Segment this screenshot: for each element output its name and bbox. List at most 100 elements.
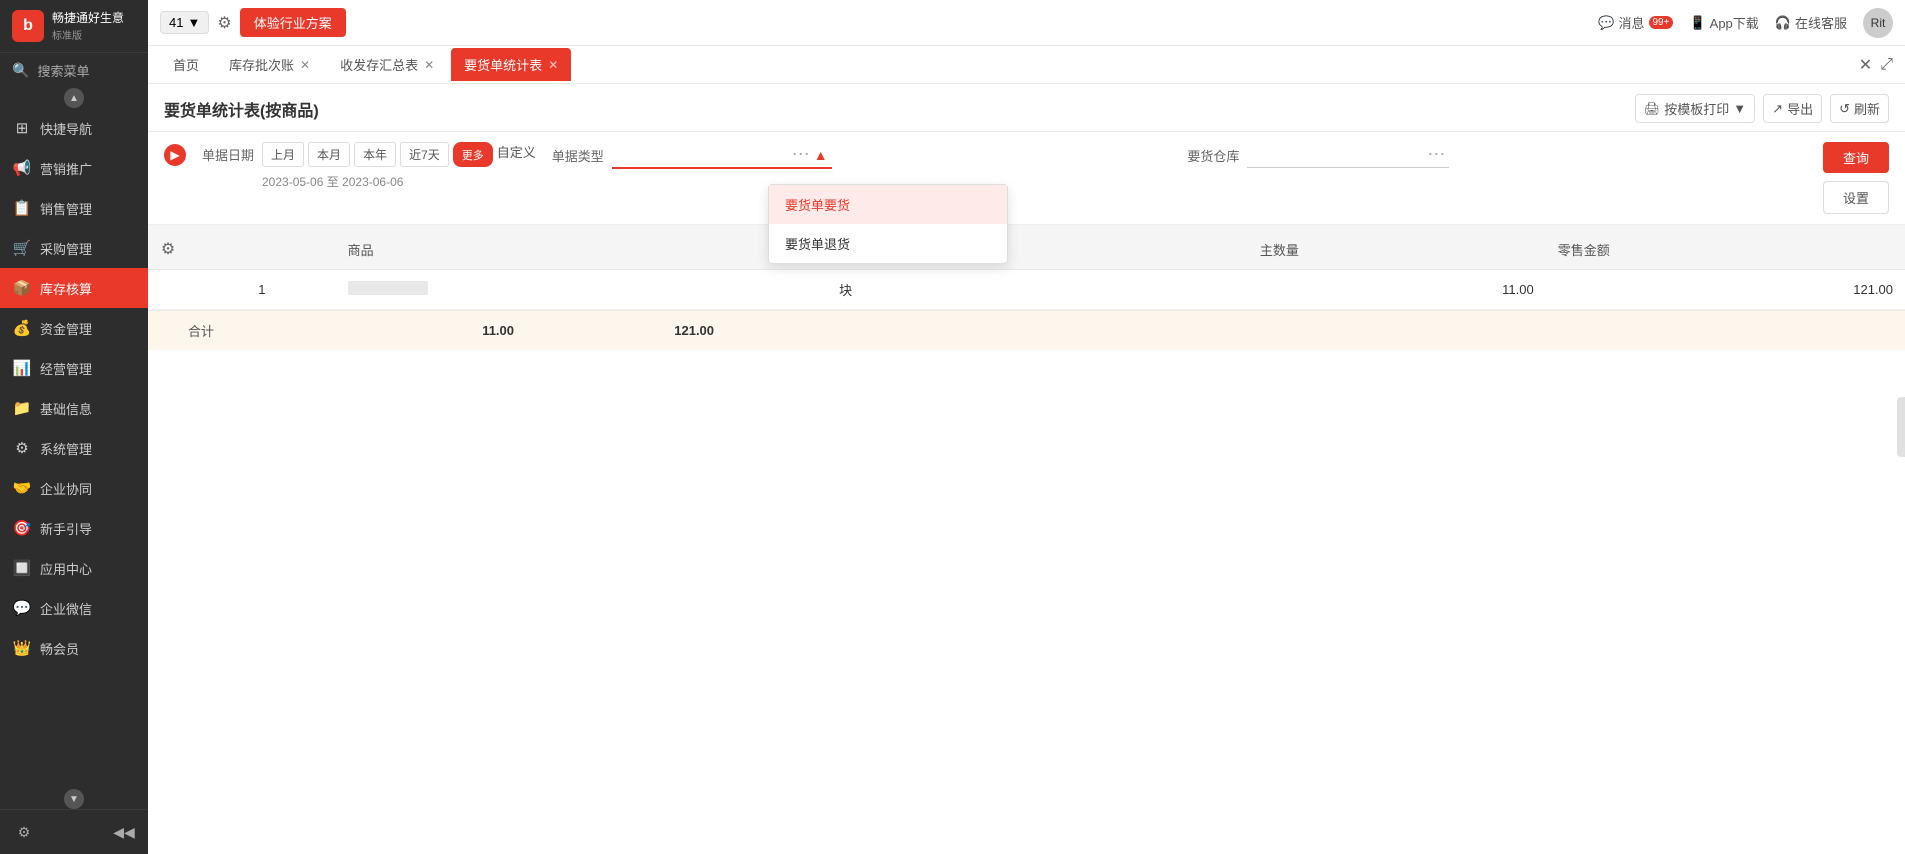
tab-receivables-close[interactable]: ✕	[424, 58, 434, 72]
qiye-icon: 🤝	[12, 478, 32, 498]
tab-inventory-label: 库存批次账	[229, 55, 294, 74]
date-btn-this-month[interactable]: 本月	[308, 142, 350, 167]
filter-date-range-row: 2023-05-06 至 2023-06-06	[202, 173, 536, 190]
sidebar-item-weixin[interactable]: 💬 企业微信	[0, 588, 148, 628]
type-select-input[interactable]	[616, 147, 792, 162]
th-amount: 零售金额	[1546, 229, 1905, 270]
app-name: 畅捷通好生意	[52, 10, 124, 27]
xinshou-icon: 🎯	[12, 518, 32, 538]
tab-receivables[interactable]: 收发存汇总表 ✕	[327, 48, 447, 81]
sidebar-item-caigou[interactable]: 🛒 采购管理	[0, 228, 148, 268]
tab-order-stats[interactable]: 要货单统计表 ✕	[451, 48, 571, 81]
message-label: 消息	[1618, 13, 1644, 32]
tab-bar: 首页 库存批次账 ✕ 收发存汇总表 ✕ 要货单统计表 ✕ ✕ ⤢	[148, 46, 1905, 84]
dropdown-item-yaohuo[interactable]: 要货单要货	[769, 185, 1007, 224]
main-area: 41 ▼ ⚙ 体验行业方案 💬 消息 99+ 📱 App下载 🎧 在线客服 Ri…	[148, 0, 1905, 854]
warehouse-input[interactable]	[1251, 147, 1427, 162]
date-btn-more[interactable]: 更多	[453, 142, 493, 167]
user-avatar[interactable]: Rit	[1863, 8, 1893, 38]
sidebar-nav: ⊞ 快捷导航 📢 营销推广 📋 销售管理 🛒 采购管理 📦 库存核算 💰 资金管…	[0, 108, 148, 789]
td-unit: 块	[827, 270, 1248, 310]
sidebar-item-kuaijie[interactable]: ⊞ 快捷导航	[0, 108, 148, 148]
sidebar-search[interactable]: 🔍 搜索菜单	[0, 53, 148, 88]
filter-expand-button[interactable]: ▶	[164, 144, 186, 166]
data-table: ⚙ 商品 主计量单位 主数量 零售金额 1	[148, 229, 1905, 310]
settings-button[interactable]: 设置	[1823, 181, 1889, 214]
export-button[interactable]: ↗ 导出	[1763, 94, 1822, 123]
sidebar-item-label: 新手引导	[40, 519, 92, 538]
sidebar-settings-icon[interactable]: ⚙	[12, 820, 36, 844]
filter-actions: 查询 设置	[1823, 142, 1889, 214]
th-settings: ⚙	[148, 229, 188, 270]
table-gear-icon[interactable]: ⚙	[161, 241, 175, 258]
sidebar-item-label: 基础信息	[40, 399, 92, 418]
th-quantity: 主数量	[1248, 229, 1546, 270]
tab-order-stats-close[interactable]: ✕	[548, 58, 558, 72]
sidebar-item-xiaoshou[interactable]: 📋 销售管理	[0, 188, 148, 228]
trial-button[interactable]: 体验行业方案	[240, 8, 346, 37]
print-button[interactable]: 🖨 按模板打印 ▼	[1635, 94, 1755, 123]
sidebar-item-label: 快捷导航	[40, 119, 92, 138]
page-content: 要货单统计表(按商品) 🖨 按模板打印 ▼ ↗ 导出 ↺ 刷新 ▶	[148, 84, 1905, 854]
custom-label[interactable]: 自定义	[497, 142, 536, 167]
td-product	[336, 270, 828, 310]
date-btn-7days[interactable]: 近7天	[400, 142, 449, 167]
sidebar-item-label: 企业微信	[40, 599, 92, 618]
sidebar-item-kucun[interactable]: 📦 库存核算	[0, 268, 148, 308]
sidebar-scroll-up[interactable]: ▲	[64, 88, 84, 108]
sidebar-item-yingyong[interactable]: 🔲 应用中心	[0, 548, 148, 588]
sidebar-item-zijin[interactable]: 💰 资金管理	[0, 308, 148, 348]
refresh-icon: ↺	[1839, 101, 1850, 117]
sidebar-item-jichu[interactable]: 📁 基础信息	[0, 388, 148, 428]
sidebar-item-qiye[interactable]: 🤝 企业协同	[0, 468, 148, 508]
tab-home[interactable]: 首页	[160, 48, 212, 81]
date-buttons: 上月 本月 本年 近7天 更多 自定义	[262, 142, 536, 167]
message-icon: 💬	[1598, 15, 1614, 31]
date-btn-this-year[interactable]: 本年	[354, 142, 396, 167]
query-button[interactable]: 查询	[1823, 142, 1889, 173]
table-row: 1 块 11.00 121.00	[148, 270, 1905, 310]
sidebar-item-label: 经营管理	[40, 359, 92, 378]
tab-close-all-icon[interactable]: ✕	[1859, 55, 1872, 75]
sidebar-collapse-icon[interactable]: ◀◀	[112, 820, 136, 844]
th-product: 商品	[336, 229, 828, 270]
sidebar-item-label: 采购管理	[40, 239, 92, 258]
search-icon: 🔍	[12, 62, 29, 79]
sidebar-item-label: 系统管理	[40, 439, 92, 458]
topbar-app-download[interactable]: 📱 App下载	[1689, 13, 1758, 32]
type-arrow-icon[interactable]: ▲	[814, 147, 828, 163]
filter-warehouse-group: 要货仓库 ⋯	[1187, 142, 1807, 168]
topbar-message[interactable]: 💬 消息 99+	[1598, 13, 1673, 32]
date-btn-last-month[interactable]: 上月	[262, 142, 304, 167]
tab-home-label: 首页	[173, 55, 199, 74]
sidebar-item-yingxiao[interactable]: 📢 营销推广	[0, 148, 148, 188]
store-number: 41	[169, 15, 183, 30]
tab-inventory-close[interactable]: ✕	[300, 58, 310, 72]
sidebar-item-jingying[interactable]: 📊 经营管理	[0, 348, 148, 388]
topbar-gear-icon[interactable]: ⚙	[217, 13, 231, 33]
refresh-button[interactable]: ↺ 刷新	[1830, 94, 1889, 123]
kucun-icon: 📦	[12, 278, 32, 298]
sidebar-footer: ⚙ ◀◀	[0, 809, 148, 854]
td-index: 1	[188, 270, 336, 310]
yingxiao-icon: 📢	[12, 158, 32, 178]
service-icon: 🎧	[1775, 15, 1791, 31]
sidebar-item-xinshou[interactable]: 🎯 新手引导	[0, 508, 148, 548]
store-selector[interactable]: 41 ▼	[160, 11, 209, 34]
topbar: 41 ▼ ⚙ 体验行业方案 💬 消息 99+ 📱 App下载 🎧 在线客服 Ri…	[148, 0, 1905, 46]
warehouse-more-icon[interactable]: ⋯	[1427, 144, 1445, 165]
sidebar-item-huiyuan[interactable]: 👑 畅会员	[0, 628, 148, 668]
tab-inventory[interactable]: 库存批次账 ✕	[216, 48, 323, 81]
td-amount: 121.00	[1546, 270, 1905, 310]
jingying-icon: 📊	[12, 358, 32, 378]
sidebar-scroll-down[interactable]: ▼	[64, 789, 84, 809]
dropdown-item-tuihuo[interactable]: 要货单退货	[769, 224, 1007, 263]
sidebar-item-xitong[interactable]: ⚙ 系统管理	[0, 428, 148, 468]
sidebar-search-label: 搜索菜单	[37, 61, 89, 80]
topbar-online-service[interactable]: 🎧 在线客服	[1775, 13, 1847, 32]
page-header-actions: 🖨 按模板打印 ▼ ↗ 导出 ↺ 刷新	[1635, 94, 1889, 123]
type-more-icon[interactable]: ⋯	[792, 144, 810, 165]
right-edge-handle[interactable]	[1897, 397, 1905, 457]
tab-expand-icon[interactable]: ⤢	[1880, 56, 1893, 74]
xiaoshou-icon: 📋	[12, 198, 32, 218]
